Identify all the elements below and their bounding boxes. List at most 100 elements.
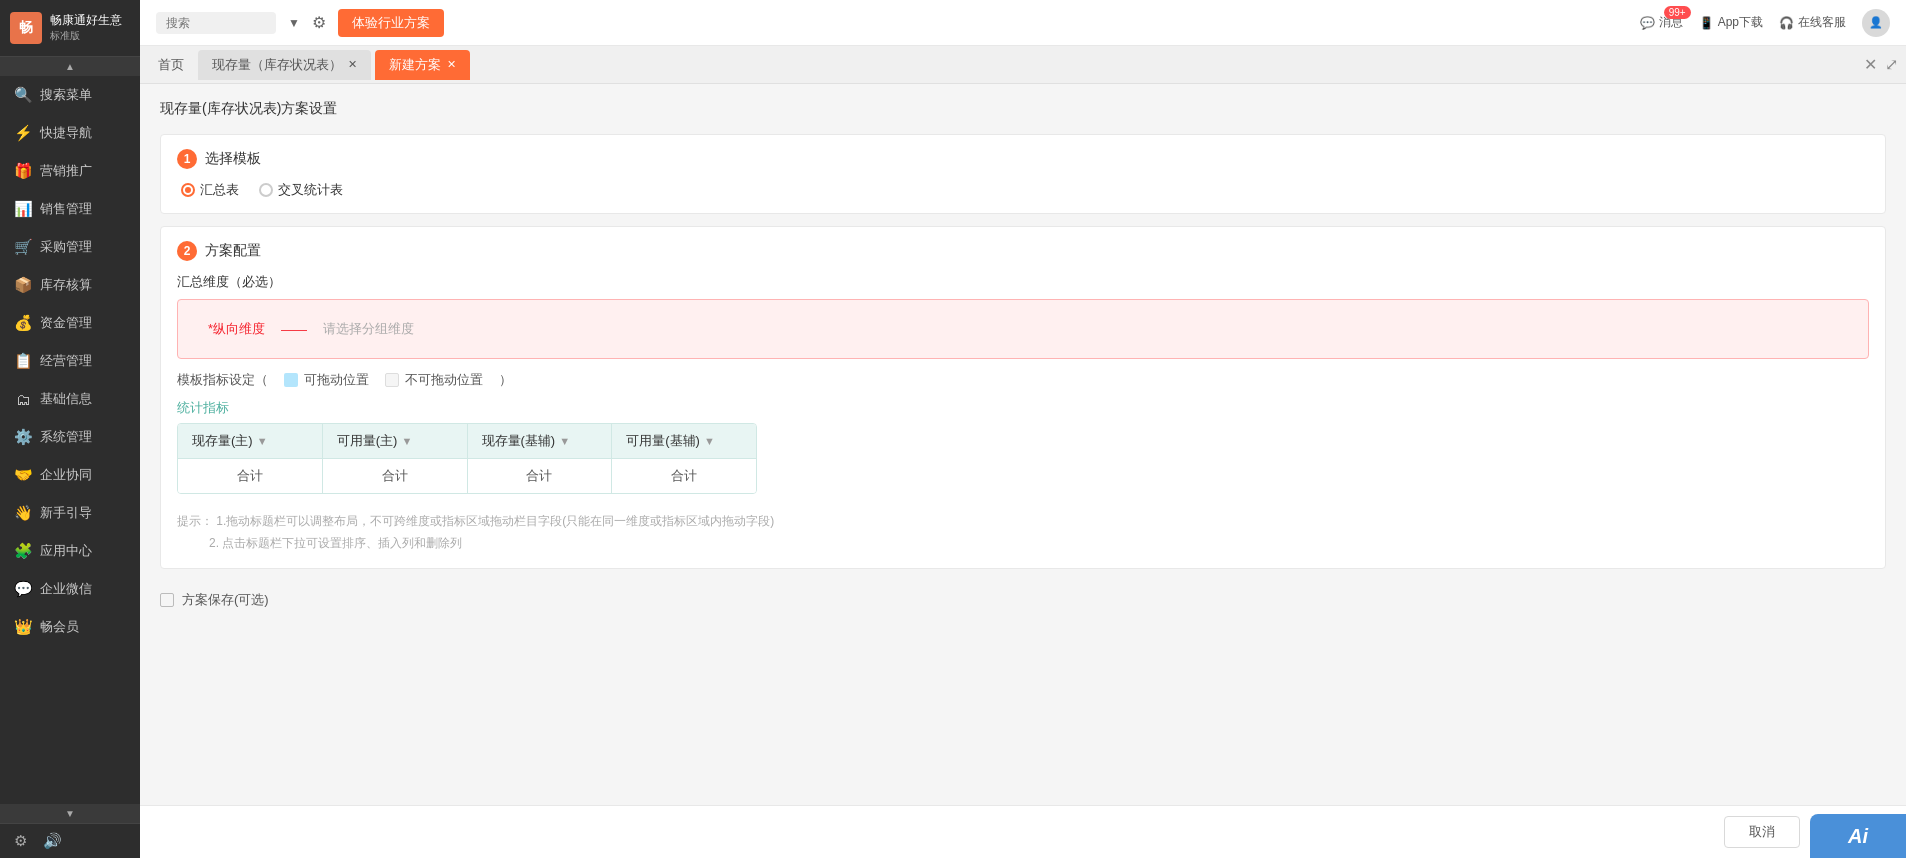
online-service-label: 在线客服 [1798, 14, 1846, 31]
finance-icon: 💰 [14, 314, 32, 332]
sidebar-item-search[interactable]: 🔍 搜索菜单 [0, 76, 140, 114]
headset-icon: 🎧 [1779, 16, 1794, 30]
radio-dot-cross [259, 183, 273, 197]
step2-badge: 2 [177, 241, 197, 261]
industry-solution-button[interactable]: 体验行业方案 [338, 9, 444, 37]
radio-summary-table[interactable]: 汇总表 [181, 181, 239, 199]
stats-header-cell-3[interactable]: 可用量(基辅) ▼ [612, 424, 756, 458]
search-icon: 🔍 [14, 86, 32, 104]
sidebar: 畅 畅康通好生意 标准版 ▲ 🔍 搜索菜单 ⚡ 快捷导航 🎁 营销推广 📊 销售… [0, 0, 140, 858]
dropdown-icon[interactable]: ▼ [288, 16, 300, 30]
app-name: 畅康通好生意 [50, 13, 122, 29]
sidebar-item-marketing[interactable]: 🎁 营销推广 [0, 152, 140, 190]
sidebar-item-label: 采购管理 [40, 238, 92, 256]
stats-body-cell-2: 合计 [468, 459, 613, 493]
stats-header-cell-2[interactable]: 现存量(基辅) ▼ [468, 424, 613, 458]
page-title: 现存量(库存状况表)方案设置 [160, 100, 1886, 118]
collab-icon: 🤝 [14, 466, 32, 484]
sidebar-item-collab[interactable]: 🤝 企业协同 [0, 456, 140, 494]
system-icon: ⚙️ [14, 428, 32, 446]
radio-cross-table[interactable]: 交叉统计表 [259, 181, 343, 199]
close-panel-icon[interactable]: ✕ [1864, 55, 1877, 74]
settings-icon[interactable]: ⚙ [14, 832, 27, 850]
messages-button[interactable]: 💬 消息 99+ [1640, 14, 1683, 31]
radio-dot-summary [181, 183, 195, 197]
inventory-tab-label: 现存量（库存状况表） [212, 56, 342, 74]
sidebar-item-label: 快捷导航 [40, 124, 92, 142]
hint-item-1: 2. 点击标题栏下拉可设置排序、插入列和删除列 [177, 536, 462, 550]
stats-section-title: 统计指标 [177, 399, 1869, 417]
sidebar-item-inventory[interactable]: 📦 库存核算 [0, 266, 140, 304]
chevron-down-icon-2[interactable]: ▼ [559, 435, 570, 447]
online-service-button[interactable]: 🎧 在线客服 [1779, 14, 1846, 31]
radio-cross-label: 交叉统计表 [278, 181, 343, 199]
radio-summary-label: 汇总表 [200, 181, 239, 199]
step1-header: 1 选择模板 [177, 149, 1869, 169]
ai-badge[interactable]: Ai [1810, 814, 1906, 858]
save-label: 方案保存(可选) [182, 591, 269, 609]
sidebar-item-quicknav[interactable]: ⚡ 快捷导航 [0, 114, 140, 152]
inventory-tab-close-icon[interactable]: ✕ [348, 58, 357, 71]
legend-draggable: 可拖动位置 [284, 371, 369, 389]
stats-col-label-2: 现存量(基辅) [482, 432, 556, 450]
stats-header-cell-1[interactable]: 可用量(主) ▼ [323, 424, 468, 458]
stats-table: 现存量(主) ▼ 可用量(主) ▼ 现存量(基辅) ▼ 可用量(基辅) ▼ [177, 423, 757, 494]
step1-badge: 1 [177, 149, 197, 169]
sidebar-scroll-up[interactable]: ▲ [0, 57, 140, 76]
hint-item-0: 1.拖动标题栏可以调整布局，不可跨维度或指标区域拖动栏目字段(只能在同一维度或指… [216, 514, 774, 528]
message-icon: 💬 [1640, 16, 1655, 30]
app-version: 标准版 [50, 29, 122, 43]
member-icon: 👑 [14, 618, 32, 636]
chevron-down-icon-0[interactable]: ▼ [257, 435, 268, 447]
sidebar-item-label: 库存核算 [40, 276, 92, 294]
sidebar-item-management[interactable]: 📋 经营管理 [0, 342, 140, 380]
new-scheme-tab-close-icon[interactable]: ✕ [447, 58, 456, 71]
sidebar-item-newbie[interactable]: 👋 新手引导 [0, 494, 140, 532]
sidebar-item-basic-info[interactable]: 🗂 基础信息 [0, 380, 140, 418]
tab-home[interactable]: 首页 [148, 50, 194, 80]
sidebar-nav: 🔍 搜索菜单 ⚡ 快捷导航 🎁 营销推广 📊 销售管理 🛒 采购管理 📦 库存核… [0, 76, 140, 804]
tab-inventory[interactable]: 现存量（库存状况表） ✕ [198, 50, 371, 80]
stats-col-label-0: 现存量(主) [192, 432, 253, 450]
sidebar-item-label: 畅会员 [40, 618, 79, 636]
sidebar-item-finance[interactable]: 💰 资金管理 [0, 304, 140, 342]
stats-header-row: 现存量(主) ▼ 可用量(主) ▼ 现存量(基辅) ▼ 可用量(基辅) ▼ [178, 424, 756, 458]
cancel-button[interactable]: 取消 [1724, 816, 1800, 848]
quicknav-icon: ⚡ [14, 124, 32, 142]
tab-new-scheme[interactable]: 新建方案 ✕ [375, 50, 470, 80]
tabbar-right: ✕ ⤢ [1864, 55, 1898, 74]
gear-icon[interactable]: ⚙ [312, 13, 326, 32]
sidebar-item-appstore[interactable]: 🧩 应用中心 [0, 532, 140, 570]
app-download-button[interactable]: 📱 App下载 [1699, 14, 1763, 31]
stats-header-cell-0[interactable]: 现存量(主) ▼ [178, 424, 323, 458]
dimension-row[interactable]: *纵向维度 —— 请选择分组维度 [177, 299, 1869, 359]
sidebar-item-label: 企业微信 [40, 580, 92, 598]
search-input[interactable] [156, 12, 276, 34]
speaker-icon[interactable]: 🔊 [43, 832, 62, 850]
chevron-down-icon-3[interactable]: ▼ [704, 435, 715, 447]
topbar-left: ▼ ⚙ 体验行业方案 [156, 9, 444, 37]
sidebar-item-label: 销售管理 [40, 200, 92, 218]
expand-icon[interactable]: ⤢ [1885, 55, 1898, 74]
wechat-icon: 💬 [14, 580, 32, 598]
newbie-icon: 👋 [14, 504, 32, 522]
app-download-label: App下载 [1718, 14, 1763, 31]
sidebar-scroll-down[interactable]: ▼ [0, 804, 140, 823]
messages-badge: 99+ [1664, 6, 1691, 19]
save-checkbox[interactable] [160, 593, 174, 607]
sidebar-item-system[interactable]: ⚙️ 系统管理 [0, 418, 140, 456]
sidebar-item-sales[interactable]: 📊 销售管理 [0, 190, 140, 228]
step2-section: 2 方案配置 汇总维度（必选） *纵向维度 —— 请选择分组维度 模板指标设定（… [160, 226, 1886, 569]
chevron-down-icon-1[interactable]: ▼ [401, 435, 412, 447]
step1-title: 选择模板 [205, 150, 261, 168]
main-area: ▼ ⚙ 体验行业方案 💬 消息 99+ 📱 App下载 🎧 在线客服 👤 首页 [140, 0, 1906, 858]
purchase-icon: 🛒 [14, 238, 32, 256]
avatar[interactable]: 👤 [1862, 9, 1890, 37]
sidebar-item-wechat[interactable]: 💬 企业微信 [0, 570, 140, 608]
step2-title: 方案配置 [205, 242, 261, 260]
stats-body-cell-1: 合计 [323, 459, 468, 493]
metrics-header: 模板指标设定（ 可拖动位置 不可拖动位置 ） [177, 371, 1869, 389]
metrics-label: 模板指标设定（ [177, 371, 268, 389]
sidebar-item-member[interactable]: 👑 畅会员 [0, 608, 140, 646]
sidebar-item-purchase[interactable]: 🛒 采购管理 [0, 228, 140, 266]
